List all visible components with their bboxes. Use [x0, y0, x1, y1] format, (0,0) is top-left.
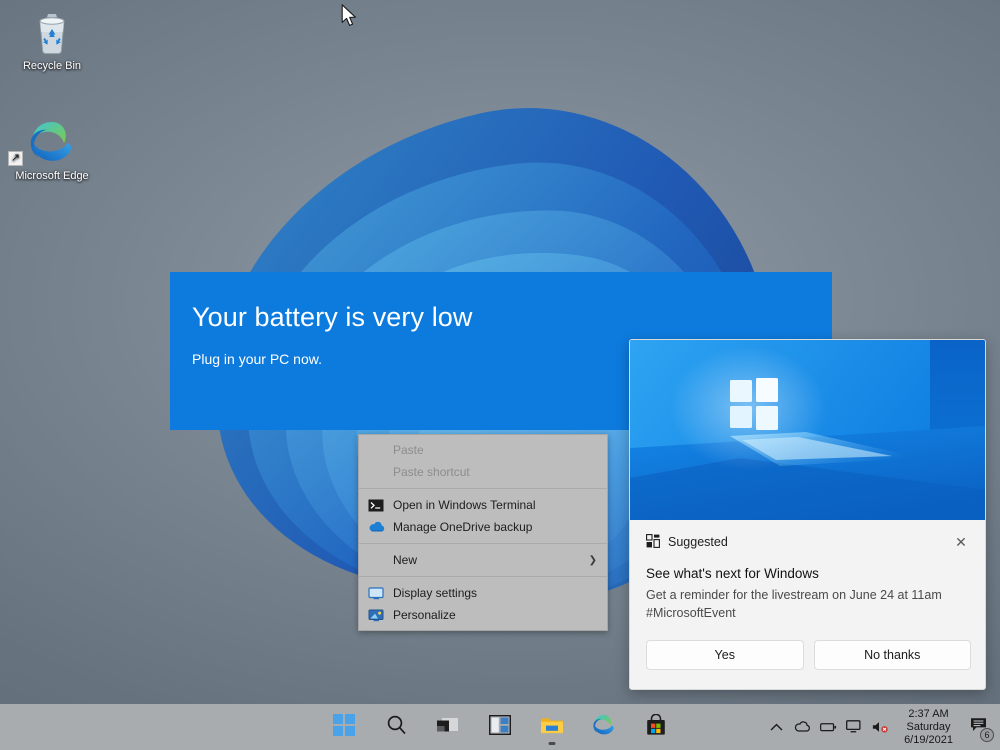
terminal-icon [367, 497, 385, 513]
shortcut-arrow-icon: ↗ [8, 151, 23, 166]
no-thanks-button[interactable]: No thanks [813, 640, 971, 670]
system-tray: 2:37 AM Saturday 6/19/2021 6 [768, 704, 994, 750]
desktop-icon-recycle-bin[interactable]: Recycle Bin [6, 8, 98, 73]
yes-button[interactable]: Yes [646, 640, 804, 670]
clock-time: 2:37 AM [908, 707, 949, 720]
speaker-muted-icon[interactable] [872, 719, 889, 736]
context-menu-item-display-settings[interactable]: Display settings [359, 582, 607, 604]
taskbar-clock[interactable]: 2:37 AM Saturday 6/19/2021 [904, 708, 953, 747]
clock-date: 6/19/2021 [904, 733, 953, 746]
onedrive-cloud-icon [367, 519, 385, 535]
edge-icon [592, 713, 616, 742]
windows-start-icon [333, 713, 355, 741]
taskbar-center-group [324, 704, 676, 750]
toast-header: Suggested ✕ [646, 530, 971, 554]
widgets-button[interactable] [480, 707, 520, 747]
context-menu-item-label: Manage OneDrive backup [393, 520, 533, 534]
recycle-bin-icon [6, 8, 98, 56]
file-explorer-button[interactable] [532, 707, 572, 747]
battery-icon[interactable] [820, 719, 837, 736]
widgets-grid-icon [646, 533, 660, 551]
battery-banner-title: Your battery is very low [192, 302, 473, 332]
taskbar[interactable]: 2:37 AM Saturday 6/19/2021 6 [0, 704, 1000, 750]
clock-day: Saturday [906, 720, 951, 733]
context-menu-item-label: New [393, 553, 418, 567]
desktop-icon-label: Recycle Bin [22, 60, 82, 72]
context-menu-item-personalize[interactable]: Personalize [359, 604, 607, 626]
network-icon[interactable] [846, 719, 863, 736]
context-menu-separator [359, 576, 607, 577]
paste-icon [367, 442, 385, 458]
notification-count-badge: 6 [980, 728, 994, 742]
desktop-icon-microsoft-edge[interactable]: ↗ Microsoft Edge [6, 118, 98, 183]
toast-hero-image [630, 340, 985, 520]
desktop-icon-label: Microsoft Edge [15, 170, 89, 182]
context-menu-item-label: Personalize [393, 608, 456, 622]
microsoft-store-button[interactable] [636, 707, 676, 747]
notification-center-button[interactable]: 6 [966, 714, 994, 742]
task-view-icon [437, 716, 459, 739]
context-menu-item-label: Display settings [393, 586, 478, 600]
running-indicator [548, 742, 556, 745]
new-icon [367, 552, 385, 568]
monitor-icon [367, 585, 385, 601]
onedrive-cloud-icon[interactable] [794, 719, 811, 736]
toast-message: Get a reminder for the livestream on Jun… [646, 588, 942, 620]
edge-button[interactable] [584, 707, 624, 747]
toast-header-label: Suggested [668, 535, 728, 549]
context-menu-item-label: Paste shortcut [393, 465, 470, 479]
context-menu-separator [359, 488, 607, 489]
context-menu-item-manage-onedrive-backup[interactable]: Manage OneDrive backup [359, 516, 607, 538]
desktop-context-menu[interactable]: Paste Paste shortcut Open in Windows Ter… [358, 434, 608, 631]
start-button[interactable] [324, 707, 364, 747]
context-menu-item-label: Paste [393, 443, 424, 457]
chevron-up-icon[interactable] [768, 719, 785, 736]
personalize-icon [367, 607, 385, 623]
context-menu-separator [359, 543, 607, 544]
widgets-icon [488, 714, 512, 740]
toast-actions: Yes No thanks [646, 640, 971, 670]
folder-icon [540, 715, 564, 740]
toast-title: See what's next for Windows [646, 566, 819, 581]
store-icon [645, 713, 667, 741]
task-view-button[interactable] [428, 707, 468, 747]
context-menu-item-new[interactable]: New ❯ [359, 549, 607, 571]
chevron-right-icon: ❯ [588, 554, 597, 566]
toast-notification[interactable]: Suggested ✕ See what's next for Windows … [629, 339, 986, 690]
edge-icon: ↗ [6, 118, 98, 166]
toast-body: Suggested ✕ See what's next for Windows … [630, 520, 985, 682]
context-menu-item-paste: Paste [359, 439, 607, 461]
search-icon [386, 714, 407, 740]
context-menu-item-label: Open in Windows Terminal [393, 498, 536, 512]
context-menu-item-open-in-windows-terminal[interactable]: Open in Windows Terminal [359, 494, 607, 516]
search-button[interactable] [376, 707, 416, 747]
close-icon[interactable]: ✕ [951, 532, 971, 552]
context-menu-item-paste-shortcut: Paste shortcut [359, 461, 607, 483]
paste-shortcut-icon [367, 464, 385, 480]
